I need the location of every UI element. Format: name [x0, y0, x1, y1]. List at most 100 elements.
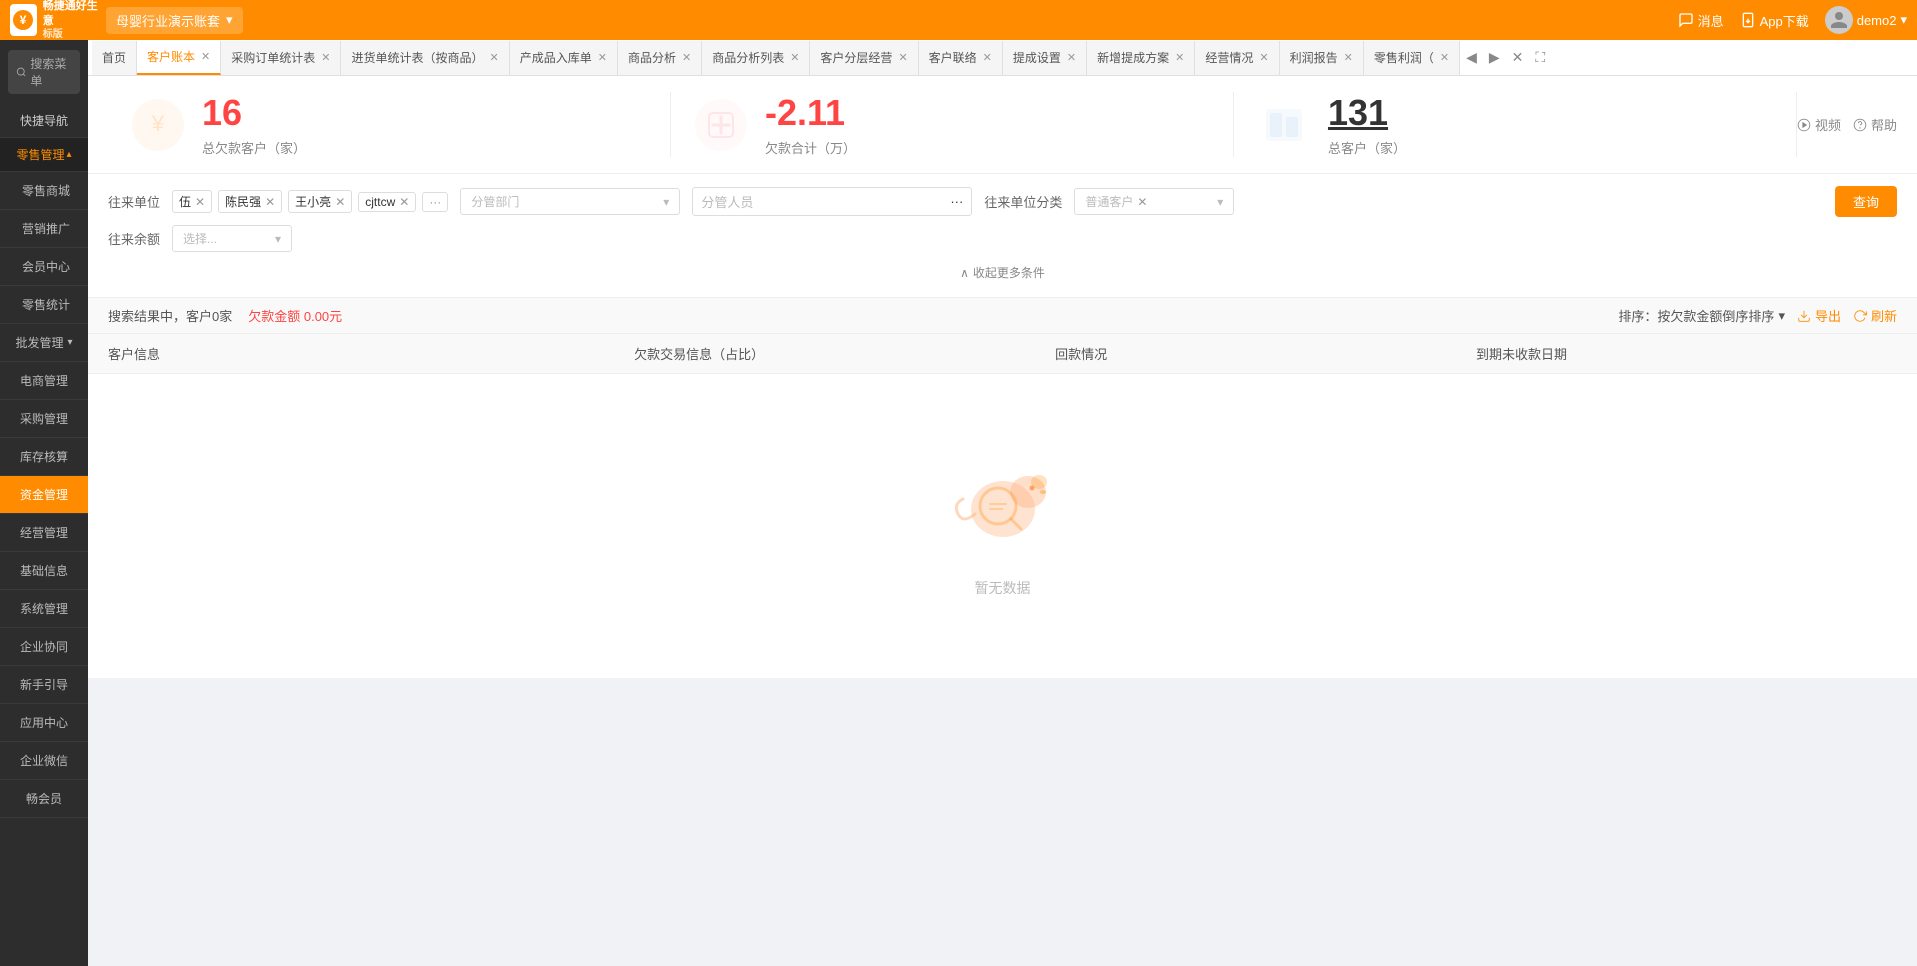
- tab-customer-contact[interactable]: 客户联络 ✕: [919, 41, 1003, 75]
- user-menu[interactable]: demo2 ▾: [1825, 6, 1907, 34]
- sidebar-item-collab[interactable]: 企业协同: [0, 628, 88, 666]
- tab-product-inbound[interactable]: 产成品入库单 ✕: [510, 41, 618, 75]
- tab-inbound-stats[interactable]: 进货单统计表（按商品） ✕: [341, 41, 509, 75]
- tab-close-contact[interactable]: ✕: [983, 51, 992, 64]
- tab-fullscreen[interactable]: ⛶: [1529, 49, 1551, 66]
- sidebar-item-quick-nav[interactable]: 快捷导航: [0, 104, 88, 138]
- sidebar-item-retail-stats[interactable]: 零售统计: [0, 286, 88, 324]
- data-table: 客户信息 欠款交易信息（占比） 回款情况 到期未收款日期: [88, 334, 1917, 678]
- dept-chevron: ▾: [663, 195, 669, 209]
- filter-more-btn[interactable]: ···: [422, 192, 448, 212]
- tab-scroll-left[interactable]: ◀: [1460, 49, 1483, 66]
- col-header-due: 到期未收款日期: [1476, 344, 1897, 363]
- sidebar-item-finance[interactable]: 资金管理: [0, 476, 88, 514]
- tab-close-product[interactable]: ✕: [598, 51, 607, 64]
- debt-summary: 欠款金额 0.00元: [248, 306, 342, 325]
- content-area: 搜索菜单 快捷导航 零售管理 ▴ 零售商城 营销推广 会员中心 零售统计: [0, 40, 1917, 966]
- sidebar-search-box[interactable]: 搜索菜单: [8, 50, 80, 94]
- stat-icon-all: [1254, 95, 1314, 155]
- stat-info-all: 131 总客户（家）: [1328, 92, 1406, 157]
- stat-total-debt: -2.11 欠款合计（万）: [671, 92, 1234, 157]
- filter-row-2: 往来余额 选择... ▾: [108, 225, 1897, 252]
- sidebar-item-purchase[interactable]: 采购管理: [0, 400, 88, 438]
- tab-close-retail-profit[interactable]: ✕: [1440, 51, 1449, 64]
- sidebar-item-appcenter[interactable]: 应用中心: [0, 704, 88, 742]
- stat-icon-debt: [691, 95, 751, 155]
- sidebar-item-retail[interactable]: 零售管理 ▴: [0, 138, 88, 172]
- query-button[interactable]: 查询: [1835, 186, 1897, 217]
- stat-label-customers: 总欠款客户（家）: [202, 138, 306, 157]
- tab-close-new-commission[interactable]: ✕: [1175, 51, 1184, 64]
- col-header-repay: 回款情况: [1055, 344, 1476, 363]
- remove-tag-wang[interactable]: ✕: [335, 195, 345, 209]
- person-more-btn[interactable]: ···: [950, 194, 963, 209]
- stat-info-debt: -2.11 欠款合计（万）: [765, 92, 856, 157]
- empty-state: 暂无数据: [88, 374, 1917, 678]
- sidebar-item-basics[interactable]: 基础信息: [0, 552, 88, 590]
- top-right: 消息 App下载 demo2 ▾: [1678, 6, 1907, 34]
- tab-purchase-order[interactable]: 采购订单统计表 ✕: [221, 41, 341, 75]
- remove-tag-wu[interactable]: ✕: [195, 195, 205, 209]
- tab-close-commission[interactable]: ✕: [1067, 51, 1076, 64]
- balance-chevron: ▾: [275, 232, 281, 246]
- stat-all-customers: 131 总客户（家）: [1234, 92, 1797, 157]
- sidebar-item-member[interactable]: 会员中心: [0, 248, 88, 286]
- messages-btn[interactable]: 消息: [1678, 11, 1724, 30]
- tab-goods-list[interactable]: 商品分析列表 ✕: [702, 41, 810, 75]
- sidebar-item-marketing[interactable]: 营销推广: [0, 210, 88, 248]
- tab-retail-profit[interactable]: 零售利润（ ✕: [1364, 41, 1460, 75]
- tab-new-commission[interactable]: 新增提成方案 ✕: [1087, 41, 1195, 75]
- sidebar-item-wholesale[interactable]: 批发管理 ▾: [0, 324, 88, 362]
- tab-client-ledger[interactable]: 客户账本 ✕: [137, 41, 221, 75]
- tab-close-all[interactable]: ✕: [1506, 49, 1530, 66]
- tab-close-client-ledger[interactable]: ✕: [201, 50, 210, 63]
- balance-label: 往来余额: [108, 229, 160, 248]
- sidebar-item-ops[interactable]: 经营管理: [0, 514, 88, 552]
- stat-number-customers: 16: [202, 92, 306, 134]
- export-btn[interactable]: 导出: [1797, 306, 1841, 325]
- tab-close-profit[interactable]: ✕: [1344, 51, 1353, 64]
- sidebar-item-guide[interactable]: 新手引导: [0, 666, 88, 704]
- tab-close-customer-layer[interactable]: ✕: [898, 51, 907, 64]
- filter-row-1: 往来单位 伍 ✕ 陈民强 ✕ 王小亮: [108, 186, 1897, 217]
- logo-icon: ¥: [10, 4, 37, 36]
- stat-label-debt: 欠款合计（万）: [765, 138, 856, 157]
- sidebar-item-member2[interactable]: 畅会员: [0, 780, 88, 818]
- collapse-btn[interactable]: ∧ 收起更多条件: [108, 260, 1897, 285]
- video-help-btn[interactable]: 视频: [1797, 115, 1841, 134]
- tab-home[interactable]: 首页: [92, 41, 137, 75]
- person-multiselect[interactable]: 分管人员 ···: [692, 187, 972, 216]
- tab-commission-settings[interactable]: 提成设置 ✕: [1003, 41, 1087, 75]
- tab-close-goods[interactable]: ✕: [682, 51, 691, 64]
- remove-unit-class[interactable]: ✕: [1137, 195, 1147, 209]
- tab-close-goods-list[interactable]: ✕: [790, 51, 799, 64]
- result-bar: 搜索结果中，客户0家 欠款金额 0.00元 排序：按欠款金额倒序排序 ▾ 导出: [88, 298, 1917, 334]
- avatar: [1825, 6, 1853, 34]
- tab-scroll-right[interactable]: ▶: [1483, 49, 1506, 66]
- sidebar-item-inventory[interactable]: 库存核算: [0, 438, 88, 476]
- sidebar-item-wechat[interactable]: 企业微信: [0, 742, 88, 780]
- remove-tag-chen[interactable]: ✕: [265, 195, 275, 209]
- tab-profit-report[interactable]: 利润报告 ✕: [1280, 41, 1364, 75]
- text-help-btn[interactable]: 帮助: [1853, 115, 1897, 134]
- sort-selector[interactable]: 排序：按欠款金额倒序排序 ▾: [1618, 306, 1785, 325]
- sort-label: 排序：按欠款金额倒序排序: [1618, 306, 1774, 325]
- tab-customer-layer[interactable]: 客户分层经营 ✕: [810, 41, 918, 75]
- balance-dropdown[interactable]: 选择... ▾: [172, 225, 292, 252]
- app-download-btn[interactable]: App下载: [1740, 11, 1809, 30]
- sidebar-item-retail-mall[interactable]: 零售商城: [0, 172, 88, 210]
- tab-business[interactable]: 经营情况 ✕: [1195, 41, 1279, 75]
- tab-close-inbound[interactable]: ✕: [490, 51, 499, 64]
- filter-tag-normal-customer: 普通客户 ✕: [1085, 193, 1147, 210]
- sidebar-item-ecom[interactable]: 电商管理: [0, 362, 88, 400]
- account-selector[interactable]: 母婴行业演示账套 ▾: [106, 7, 243, 34]
- unit-class-dropdown[interactable]: 普通客户 ✕ ▾: [1074, 188, 1234, 215]
- tab-close-purchase[interactable]: ✕: [321, 51, 330, 64]
- refresh-btn[interactable]: 刷新: [1853, 306, 1897, 325]
- filter-tag-chen: 陈民强 ✕: [218, 190, 282, 213]
- sidebar-item-system[interactable]: 系统管理: [0, 590, 88, 628]
- dept-dropdown[interactable]: 分管部门 ▾: [460, 188, 680, 215]
- tab-close-business[interactable]: ✕: [1259, 51, 1268, 64]
- tab-goods-analysis[interactable]: 商品分析 ✕: [618, 41, 702, 75]
- remove-tag-cjttcw[interactable]: ✕: [399, 195, 409, 209]
